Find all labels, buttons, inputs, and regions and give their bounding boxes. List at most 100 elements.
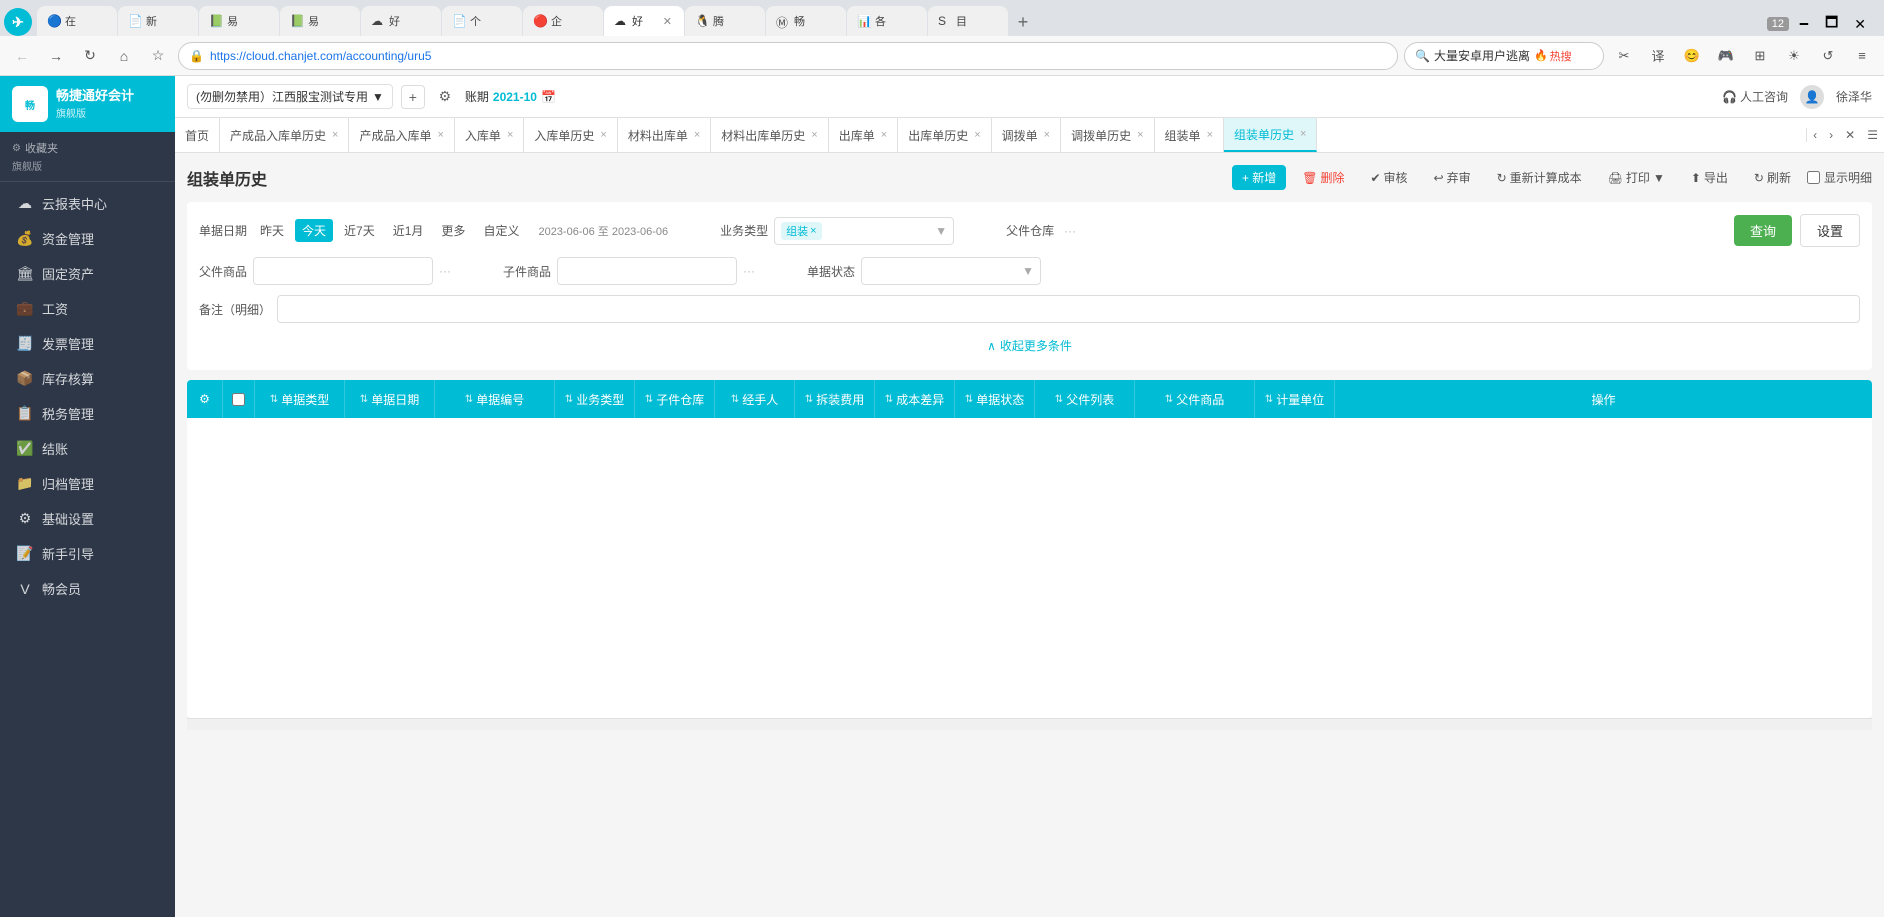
undo-icon[interactable]: ↺ bbox=[1814, 42, 1842, 70]
browser-tab[interactable]: 🔵 在 bbox=[37, 6, 117, 36]
app-tab-transfer[interactable]: 调拨单 × bbox=[992, 118, 1061, 152]
app-tab-product-inbound-history[interactable]: 产成品入库单历史 × bbox=[220, 118, 349, 152]
th-settings[interactable]: ⚙ bbox=[187, 380, 223, 418]
user-avatar[interactable]: 👤 bbox=[1800, 85, 1824, 109]
search-settings-button[interactable]: 设置 bbox=[1800, 214, 1860, 247]
address-bar[interactable]: 🔒 https://cloud.chanjet.com/accounting/u… bbox=[178, 42, 1398, 70]
browser-tab[interactable]: 🔴 企 bbox=[523, 6, 603, 36]
today-btn[interactable]: 今天 bbox=[295, 219, 333, 242]
translate-icon[interactable]: 译 bbox=[1644, 42, 1672, 70]
customer-service-button[interactable]: 🎧 人工咨询 bbox=[1722, 88, 1788, 105]
sidebar-item-archive[interactable]: 📁 归档管理 bbox=[0, 466, 175, 501]
company-selector[interactable]: (勿删勿禁用）江西服宝测试专用 ▼ bbox=[187, 84, 393, 109]
tab-close-icon[interactable]: × bbox=[974, 129, 980, 141]
close-all-tabs[interactable]: ✕ bbox=[1839, 128, 1861, 142]
tabs-more-options[interactable]: ☰ bbox=[1861, 128, 1884, 142]
sidebar-item-cloud-report[interactable]: ☁ 云报表中心 bbox=[0, 186, 175, 221]
query-button[interactable]: 查询 bbox=[1734, 215, 1792, 246]
browser-tab[interactable]: 📄 个 bbox=[442, 6, 522, 36]
browser-tab[interactable]: 📗 易 bbox=[280, 6, 360, 36]
tab-close-icon[interactable]: × bbox=[1207, 129, 1213, 141]
th-bill-type[interactable]: ⇅ 单据类型 bbox=[255, 380, 345, 418]
tab-close-icon[interactable]: ✕ bbox=[661, 14, 674, 29]
child-goods-more-icon[interactable]: ··· bbox=[743, 264, 755, 278]
biz-type-input[interactable]: 组装 × ▼ bbox=[774, 217, 954, 245]
browser-tab[interactable]: 🐧 腾 bbox=[685, 6, 765, 36]
child-goods-input[interactable] bbox=[557, 257, 737, 285]
browser-tab[interactable]: 📊 各 bbox=[847, 6, 927, 36]
browser-tab[interactable]: S 目 bbox=[928, 6, 1008, 36]
th-parent-list[interactable]: ⇅ 父件列表 bbox=[1035, 380, 1135, 418]
sidebar-item-checkout[interactable]: ✅ 结账 bbox=[0, 431, 175, 466]
th-unit[interactable]: ⇅ 计量单位 bbox=[1255, 380, 1335, 418]
parent-warehouse-more-icon[interactable]: ··· bbox=[1064, 224, 1076, 238]
emoji-icon[interactable]: 😊 bbox=[1678, 42, 1706, 70]
tab-close-icon[interactable]: × bbox=[437, 129, 443, 141]
tab-close-icon[interactable]: × bbox=[600, 129, 606, 141]
sidebar-item-settings[interactable]: ⚙ 基础设置 bbox=[0, 501, 175, 536]
refresh-button[interactable]: ↻ 刷新 bbox=[1744, 165, 1801, 190]
th-parent-goods[interactable]: ⇅ 父件商品 bbox=[1135, 380, 1255, 418]
display-detail-checkbox[interactable]: 显示明细 bbox=[1807, 169, 1872, 186]
sidebar-item-invoice[interactable]: 🧾 发票管理 bbox=[0, 326, 175, 361]
delete-button[interactable]: 🗑 删除 bbox=[1292, 165, 1354, 190]
browser-close-icon[interactable]: ✕ bbox=[1848, 16, 1872, 33]
favorites-shortcut[interactable]: 旗舰版 bbox=[12, 158, 163, 173]
select-all-checkbox[interactable] bbox=[232, 393, 245, 406]
browser-tab[interactable]: 📄 新 bbox=[118, 6, 198, 36]
th-child-warehouse[interactable]: ⇅ 子件仓库 bbox=[635, 380, 715, 418]
sidebar-item-salary[interactable]: 💼 工资 bbox=[0, 291, 175, 326]
th-bill-date[interactable]: ⇅ 单据日期 bbox=[345, 380, 435, 418]
home-button[interactable]: ⌂ bbox=[110, 42, 138, 70]
grid-icon[interactable]: ⊞ bbox=[1746, 42, 1774, 70]
app-tab-home[interactable]: 首页 bbox=[175, 118, 220, 152]
brightness-icon[interactable]: ☀ bbox=[1780, 42, 1808, 70]
app-tab-inbound[interactable]: 入库单 × bbox=[455, 118, 524, 152]
tab-close-icon[interactable]: × bbox=[332, 129, 338, 141]
audit-button[interactable]: ✔ 审核 bbox=[1360, 165, 1417, 190]
new-tab-button[interactable]: + bbox=[1009, 8, 1037, 36]
parent-goods-input[interactable] bbox=[253, 257, 433, 285]
recalculate-button[interactable]: ↻ 重新计算成本 bbox=[1487, 165, 1592, 190]
tabs-scroll-right[interactable]: › bbox=[1823, 128, 1839, 142]
app-tab-transfer-history[interactable]: 调拨单历史 × bbox=[1061, 118, 1154, 152]
add-company-button[interactable]: + bbox=[401, 85, 425, 109]
more-date-btn[interactable]: 更多 bbox=[434, 219, 472, 242]
browser-tab[interactable]: ☁ 好 bbox=[361, 6, 441, 36]
th-disassembly-cost[interactable]: ⇅ 拆装费用 bbox=[795, 380, 875, 418]
tab-close-icon[interactable]: × bbox=[811, 129, 817, 141]
th-bill-no[interactable]: ⇅ 单据编号 bbox=[435, 380, 555, 418]
app-tab-assembly-history[interactable]: 组装单历史 × bbox=[1224, 118, 1317, 152]
collapse-button[interactable]: ∧ 收起更多条件 bbox=[199, 333, 1860, 358]
app-tab-assembly[interactable]: 组装单 × bbox=[1155, 118, 1224, 152]
app-tab-inbound-history[interactable]: 入库单历史 × bbox=[524, 118, 617, 152]
tab-close-icon[interactable]: × bbox=[881, 129, 887, 141]
search-bar[interactable]: 🔍 大量安卓用户逃离 🔥 热搜 bbox=[1404, 42, 1604, 70]
app-tab-material-outbound-history[interactable]: 材料出库单历史 × bbox=[711, 118, 828, 152]
tab-close-icon[interactable]: × bbox=[1300, 128, 1306, 140]
browser-tab[interactable]: 📗 易 bbox=[199, 6, 279, 36]
app-tab-outbound-history[interactable]: 出库单历史 × bbox=[898, 118, 991, 152]
sidebar-item-member[interactable]: V 畅会员 bbox=[0, 571, 175, 606]
tab-close-icon[interactable]: × bbox=[1137, 129, 1143, 141]
menu-icon[interactable]: ≡ bbox=[1848, 42, 1876, 70]
browser-minimize-icon[interactable]: 🗕 bbox=[1793, 12, 1815, 36]
sidebar-item-guide[interactable]: 📝 新手引导 bbox=[0, 536, 175, 571]
horizontal-scrollbar[interactable] bbox=[187, 718, 1872, 730]
remark-input[interactable] bbox=[277, 295, 1860, 323]
sidebar-item-inventory[interactable]: 📦 库存核算 bbox=[0, 361, 175, 396]
th-handler[interactable]: ⇅ 经手人 bbox=[715, 380, 795, 418]
display-detail-check[interactable] bbox=[1807, 171, 1820, 184]
parent-goods-more-icon[interactable]: ··· bbox=[439, 264, 451, 278]
month-btn[interactable]: 近1月 bbox=[386, 219, 431, 242]
browser-tab[interactable]: Ⓜ 畅 bbox=[766, 6, 846, 36]
th-cost-diff[interactable]: ⇅ 成本差异 bbox=[875, 380, 955, 418]
game-icon[interactable]: 🎮 bbox=[1712, 42, 1740, 70]
new-button[interactable]: + 新增 bbox=[1232, 165, 1286, 190]
forward-button[interactable]: → bbox=[42, 42, 70, 70]
app-tab-material-outbound[interactable]: 材料出库单 × bbox=[618, 118, 711, 152]
tab-close-icon[interactable]: × bbox=[1044, 129, 1050, 141]
browser-tab-active[interactable]: ☁ 好 ✕ bbox=[604, 6, 684, 36]
back-button[interactable]: ← bbox=[8, 42, 36, 70]
scissors-icon[interactable]: ✂ bbox=[1610, 42, 1638, 70]
